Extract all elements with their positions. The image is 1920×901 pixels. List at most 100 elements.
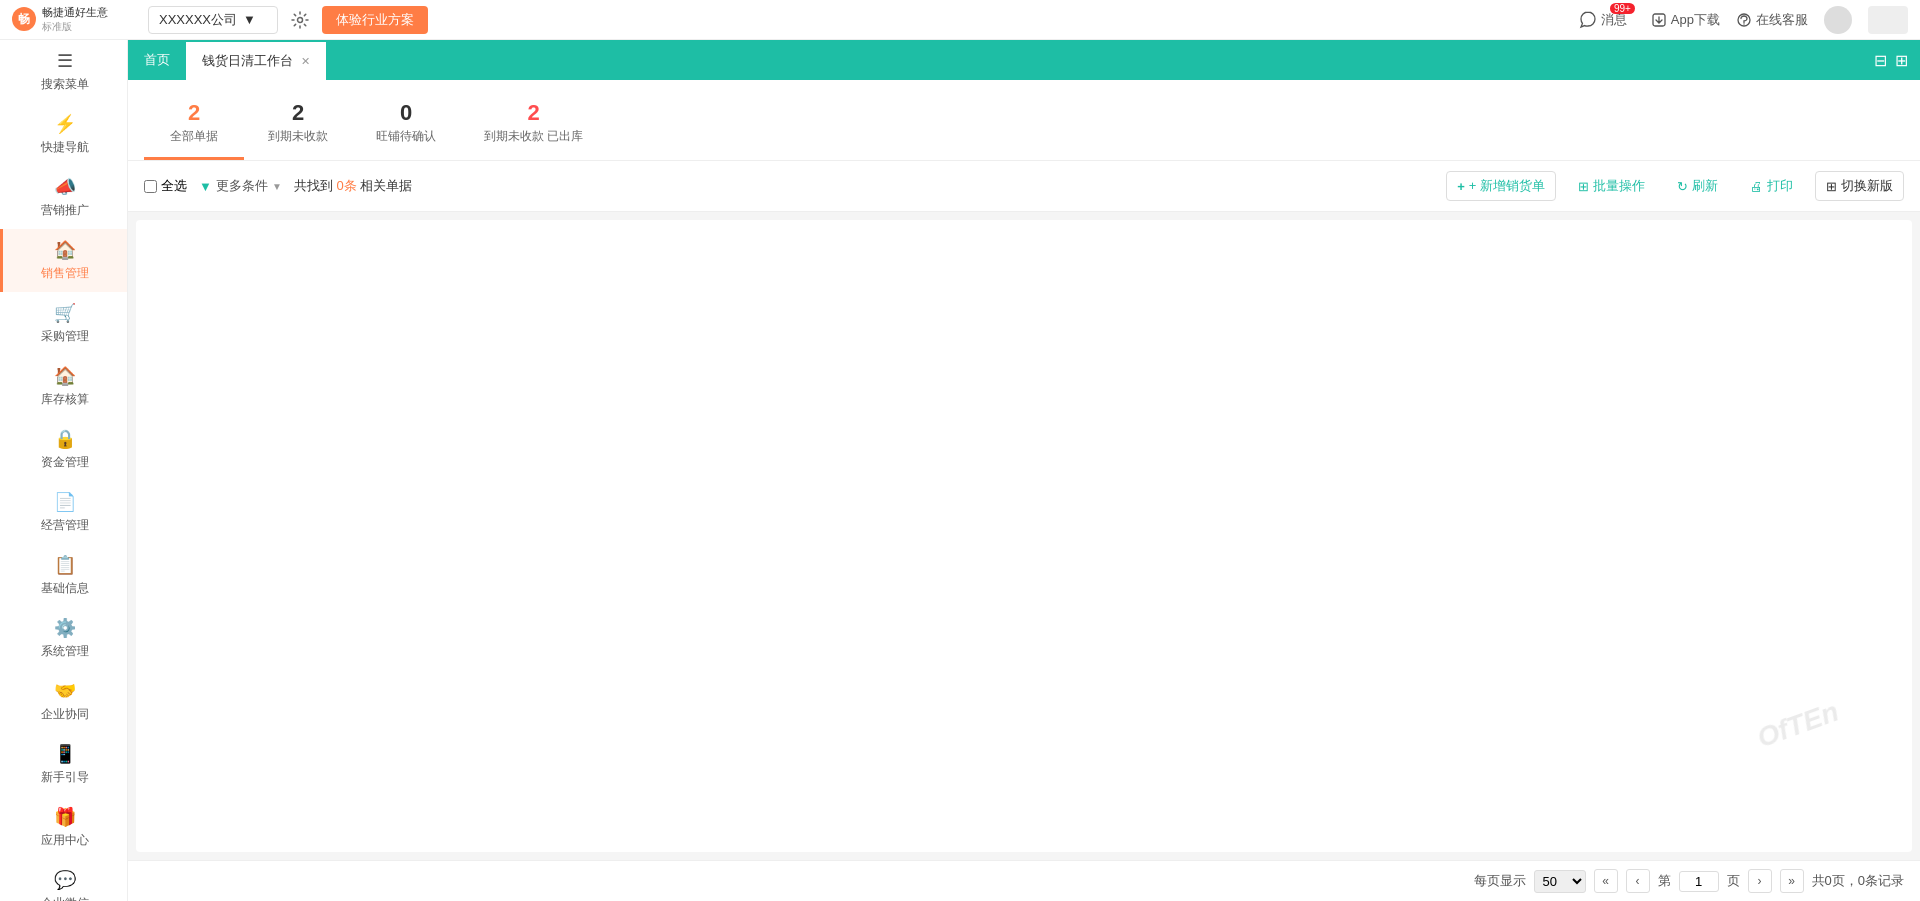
sidebar-item-purchase-label: 采购管理	[41, 328, 89, 345]
company-selector[interactable]: XXXXXX公司 ▼	[148, 6, 278, 34]
header-right: 消息 99+ App下载 在线客服	[1579, 6, 1908, 34]
sidebar-item-search-menu-label: 搜索菜单	[41, 76, 89, 93]
stat-shipped-label: 到期未收款 已出库	[484, 128, 583, 145]
prev-page-button[interactable]: ‹	[1626, 869, 1650, 893]
switch-new-version-button[interactable]: ⊞ 切换新版	[1815, 171, 1904, 201]
sidebar-item-finance[interactable]: 🔒 资金管理	[0, 418, 127, 481]
page-size-select[interactable]: 50 100 200	[1534, 870, 1586, 893]
basic-info-icon: 📋	[54, 554, 76, 576]
enterprise-icon: 🤝	[54, 680, 76, 702]
sidebar-item-app-center-label: 应用中心	[41, 832, 89, 849]
page-input[interactable]	[1679, 871, 1719, 892]
print-icon: 🖨	[1750, 179, 1763, 194]
sidebar-item-wechat-label: 企业微信	[41, 895, 89, 901]
logo-icon: 畅	[12, 7, 36, 31]
refresh-button[interactable]: ↻ 刷新	[1667, 172, 1728, 200]
found-count: 0条	[336, 178, 356, 193]
sidebar-item-guide-label: 新手引导	[41, 769, 89, 786]
chevron-down-icon: ▼	[243, 12, 256, 27]
user-menu[interactable]	[1868, 6, 1908, 34]
tab-workbench[interactable]: 钱货日清工作台 ✕	[186, 40, 326, 80]
toolbar-right: + + 新增销货单 ⊞ 批量操作 ↻ 刷新 🖨 打印	[1446, 171, 1904, 201]
page-end-label: 页	[1727, 872, 1740, 890]
settings-button[interactable]	[286, 6, 314, 34]
select-all-label: 全选	[161, 177, 187, 195]
filter-button[interactable]: ▼ 更多条件 ▼	[199, 177, 282, 195]
sidebar-item-quick-nav[interactable]: ⚡ 快捷导航	[0, 103, 127, 166]
finance-icon: 🔒	[54, 428, 76, 450]
top-header: 畅 畅捷通好生意 标准版 XXXXXX公司 ▼ 体验行业方案 消息 99+	[0, 0, 1920, 40]
sidebar-item-marketing[interactable]: 📣 营销推广	[0, 166, 127, 229]
svg-point-3	[1743, 23, 1744, 24]
stat-tab-shipped[interactable]: 2 到期未收款 已出库	[460, 92, 607, 160]
message-badge: 99+	[1610, 3, 1635, 14]
sidebar-item-system-label: 系统管理	[41, 643, 89, 660]
online-service-label: 在线客服	[1756, 11, 1808, 29]
sidebar-item-system[interactable]: ⚙️ 系统管理	[0, 607, 127, 670]
tab-maximize-button[interactable]: ⊞	[1895, 51, 1908, 70]
sidebar-item-operations[interactable]: 📄 经营管理	[0, 481, 127, 544]
tab-bar-actions: ⊟ ⊞	[1874, 51, 1920, 70]
sidebar-item-purchase[interactable]: 🛒 采购管理	[0, 292, 127, 355]
logo-text: 畅捷通好生意	[42, 5, 108, 19]
total-label: 共0页，0条记录	[1812, 872, 1904, 890]
sidebar-item-finance-label: 资金管理	[41, 454, 89, 471]
sidebar-item-wechat[interactable]: 💬 企业微信	[0, 859, 127, 901]
sidebar-item-search-menu[interactable]: ☰ 搜索菜单	[0, 40, 127, 103]
sidebar-item-app-center[interactable]: 🎁 应用中心	[0, 796, 127, 859]
stat-shipped-number: 2	[528, 100, 540, 126]
toolbar: 全选 ▼ 更多条件 ▼ 共找到 0条 相关单据 + + 新增销货单	[128, 161, 1920, 212]
tab-close-icon[interactable]: ✕	[301, 55, 310, 68]
marketing-icon: 📣	[54, 176, 76, 198]
experience-button[interactable]: 体验行业方案	[322, 6, 428, 34]
app-center-icon: 🎁	[54, 806, 76, 828]
guide-icon: 📱	[54, 743, 76, 765]
sidebar-item-sales[interactable]: 🏠 销售管理	[0, 229, 127, 292]
page-label: 第	[1658, 872, 1671, 890]
content-area: 2 全部单据 2 到期未收款 0 旺铺待确认 2 到期未收款 已出库	[128, 80, 1920, 901]
next-page-button[interactable]: ›	[1748, 869, 1772, 893]
print-button[interactable]: 🖨 打印	[1740, 172, 1803, 200]
stat-tab-overdue[interactable]: 2 到期未收款	[244, 92, 352, 160]
search-menu-icon: ☰	[57, 50, 73, 72]
message-button[interactable]: 消息 99+	[1579, 11, 1627, 29]
sidebar-item-basic-info[interactable]: 📋 基础信息	[0, 544, 127, 607]
company-name: XXXXXX公司	[159, 11, 237, 29]
select-all-input[interactable]	[144, 180, 157, 193]
app-download-button[interactable]: App下载	[1651, 11, 1720, 29]
switch-icon: ⊞	[1826, 179, 1837, 194]
sidebar-item-inventory[interactable]: 🏠 库存核算	[0, 355, 127, 418]
sidebar-item-marketing-label: 营销推广	[41, 202, 89, 219]
filter-chevron-icon: ▼	[272, 181, 282, 192]
sidebar-item-basic-info-label: 基础信息	[41, 580, 89, 597]
add-sale-button[interactable]: + + 新增销货单	[1446, 171, 1556, 201]
avatar[interactable]	[1824, 6, 1852, 34]
app-download-label: App下载	[1671, 11, 1720, 29]
select-all-checkbox[interactable]: 全选	[144, 177, 187, 195]
sidebar-item-enterprise[interactable]: 🤝 企业协同	[0, 670, 127, 733]
tab-bar: 首页 钱货日清工作台 ✕ ⊟ ⊞	[128, 40, 1920, 80]
logo-area: 畅 畅捷通好生意 标准版	[12, 5, 140, 33]
stat-tab-all[interactable]: 2 全部单据	[144, 92, 244, 160]
sidebar-item-quick-nav-label: 快捷导航	[41, 139, 89, 156]
online-service-button[interactable]: 在线客服	[1736, 11, 1808, 29]
batch-operation-button[interactable]: ⊞ 批量操作	[1568, 172, 1655, 200]
sidebar-item-enterprise-label: 企业协同	[41, 706, 89, 723]
filter-label: 更多条件	[216, 177, 268, 195]
stat-overdue-label: 到期未收款	[268, 128, 328, 145]
stat-all-label: 全部单据	[170, 128, 218, 145]
sidebar-item-inventory-label: 库存核算	[41, 391, 89, 408]
first-page-button[interactable]: «	[1594, 869, 1618, 893]
sidebar-item-guide[interactable]: 📱 新手引导	[0, 733, 127, 796]
tab-minimize-button[interactable]: ⊟	[1874, 51, 1887, 70]
sidebar-item-sales-label: 销售管理	[41, 265, 89, 282]
app-body: ☰ 搜索菜单 ⚡ 快捷导航 📣 营销推广 🏠 销售管理 🛒 采购管理 🏠 库存核…	[0, 40, 1920, 901]
stat-pending-number: 0	[400, 100, 412, 126]
purchase-icon: 🛒	[54, 302, 76, 324]
tab-home[interactable]: 首页	[128, 40, 186, 80]
stat-tab-pending[interactable]: 0 旺铺待确认	[352, 92, 460, 160]
svg-point-0	[298, 17, 303, 22]
page-size-label: 每页显示	[1474, 872, 1526, 890]
last-page-button[interactable]: »	[1780, 869, 1804, 893]
quick-nav-icon: ⚡	[54, 113, 76, 135]
